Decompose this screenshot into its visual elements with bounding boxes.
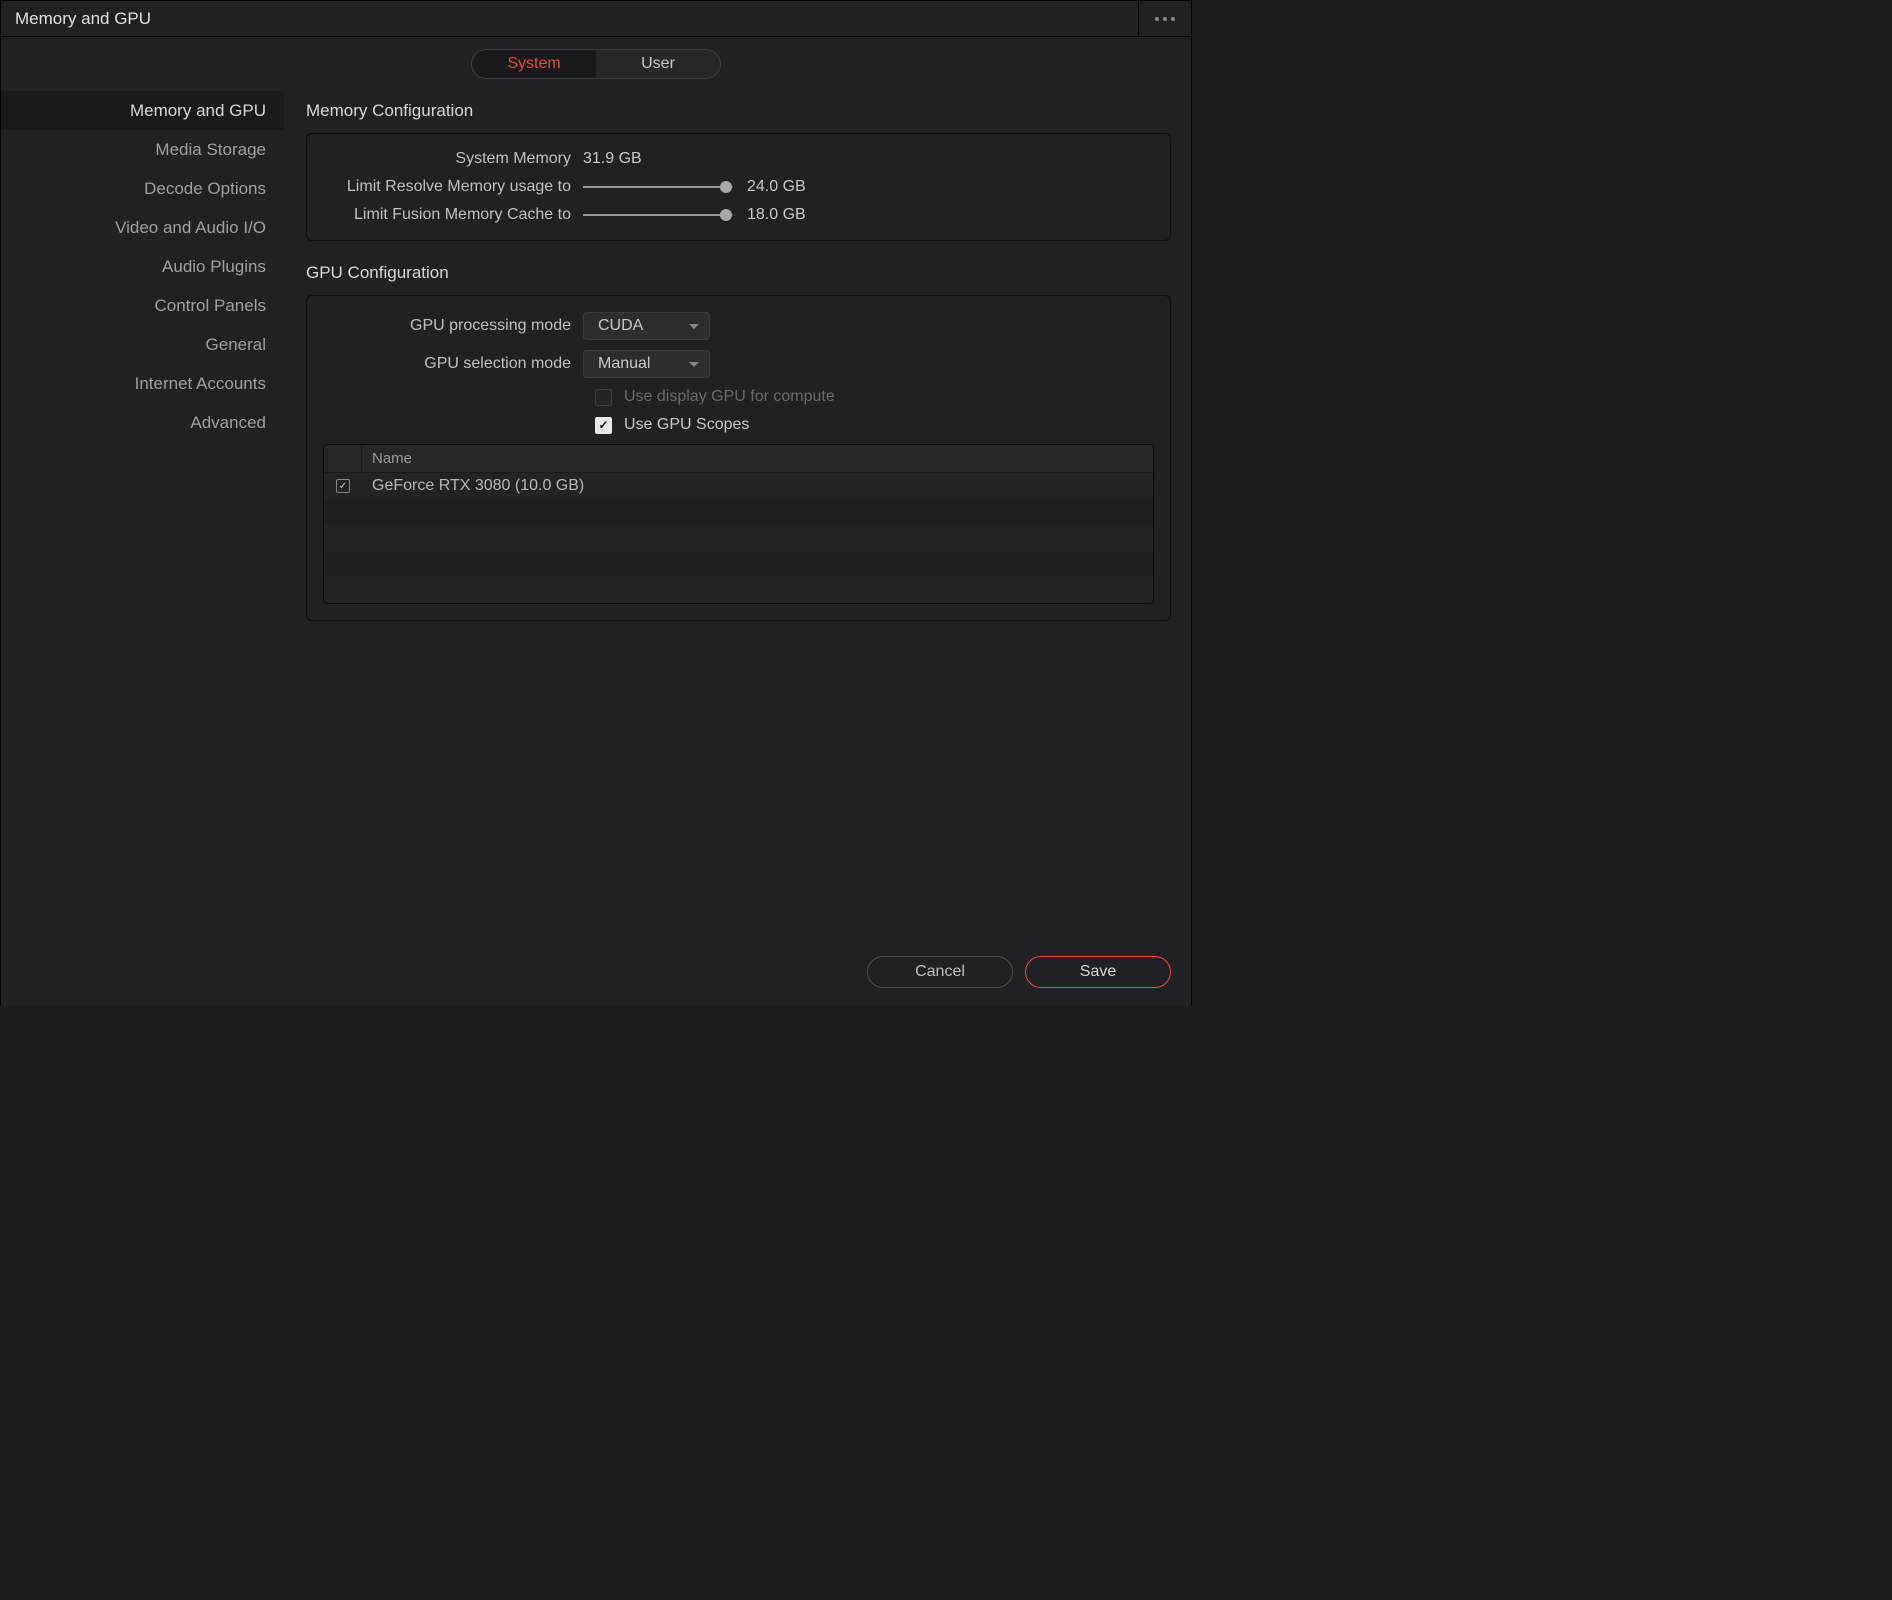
gpu-processing-dropdown[interactable]: CUDA: [583, 312, 710, 340]
resolve-memory-value: 24.0 GB: [747, 178, 806, 196]
gpu-section-title: GPU Configuration: [306, 263, 1171, 283]
system-memory-value: 31.9 GB: [583, 150, 642, 168]
window-title: Memory and GPU: [1, 9, 151, 29]
use-gpu-scopes-label: Use GPU Scopes: [624, 416, 749, 434]
use-display-gpu-label: Use display GPU for compute: [624, 388, 835, 406]
options-menu-button[interactable]: [1138, 1, 1191, 36]
sidebar: Memory and GPU Media Storage Decode Opti…: [1, 91, 284, 1006]
sidebar-item-general[interactable]: General: [1, 325, 284, 364]
sidebar-item-control-panels[interactable]: Control Panels: [1, 286, 284, 325]
resolve-memory-slider[interactable]: [583, 186, 733, 188]
gpu-row-name: GeForce RTX 3080 (10.0 GB): [362, 477, 584, 495]
main-content: Memory Configuration System Memory 31.9 …: [284, 91, 1191, 1006]
gpu-row[interactable]: GeForce RTX 3080 (10.0 GB): [324, 473, 1153, 499]
save-button[interactable]: Save: [1025, 956, 1171, 988]
system-user-segmented: System User: [471, 49, 721, 79]
gpu-row-empty: [324, 577, 1153, 603]
gpu-selection-label: GPU selection mode: [323, 355, 583, 373]
gpu-header-checkbox-col: [324, 445, 362, 472]
sidebar-item-media-storage[interactable]: Media Storage: [1, 130, 284, 169]
gpu-row-empty: [324, 525, 1153, 551]
gpu-row-empty: [324, 551, 1153, 577]
dots-icon: [1171, 17, 1175, 21]
chevron-down-icon: [689, 324, 699, 329]
fusion-memory-label: Limit Fusion Memory Cache to: [323, 206, 583, 224]
gpu-processing-label: GPU processing mode: [323, 317, 583, 335]
sidebar-item-video-audio-io[interactable]: Video and Audio I/O: [1, 208, 284, 247]
tab-user[interactable]: User: [596, 50, 720, 78]
gpu-selection-value: Manual: [598, 355, 650, 373]
use-gpu-scopes-checkbox[interactable]: [595, 417, 612, 434]
gpu-panel: GPU processing mode CUDA GPU selection m…: [306, 295, 1171, 621]
dots-icon: [1163, 17, 1167, 21]
fusion-memory-slider[interactable]: [583, 214, 733, 216]
fusion-memory-value: 18.0 GB: [747, 206, 806, 224]
gpu-selection-dropdown[interactable]: Manual: [583, 350, 710, 378]
system-memory-label: System Memory: [323, 150, 583, 168]
sidebar-item-advanced[interactable]: Advanced: [1, 403, 284, 442]
gpu-header-name: Name: [362, 450, 412, 467]
gpu-table: Name GeForce RTX 3080 (10.0 GB): [323, 444, 1154, 604]
dots-icon: [1155, 17, 1159, 21]
footer: Cancel Save: [306, 938, 1171, 988]
cancel-button[interactable]: Cancel: [867, 956, 1013, 988]
titlebar: Memory and GPU: [1, 1, 1191, 37]
use-display-gpu-checkbox: [595, 389, 612, 406]
tab-system[interactable]: System: [472, 50, 596, 78]
memory-panel: System Memory 31.9 GB Limit Resolve Memo…: [306, 133, 1171, 241]
gpu-row-checkbox[interactable]: [336, 479, 350, 493]
sidebar-item-audio-plugins[interactable]: Audio Plugins: [1, 247, 284, 286]
memory-section-title: Memory Configuration: [306, 101, 1171, 121]
top-tabs: System User: [1, 37, 1191, 91]
chevron-down-icon: [689, 362, 699, 367]
sidebar-item-internet-accounts[interactable]: Internet Accounts: [1, 364, 284, 403]
resolve-memory-label: Limit Resolve Memory usage to: [323, 178, 583, 196]
gpu-row-empty: [324, 499, 1153, 525]
gpu-processing-value: CUDA: [598, 317, 643, 335]
sidebar-item-memory-gpu[interactable]: Memory and GPU: [1, 91, 284, 130]
sidebar-item-decode-options[interactable]: Decode Options: [1, 169, 284, 208]
